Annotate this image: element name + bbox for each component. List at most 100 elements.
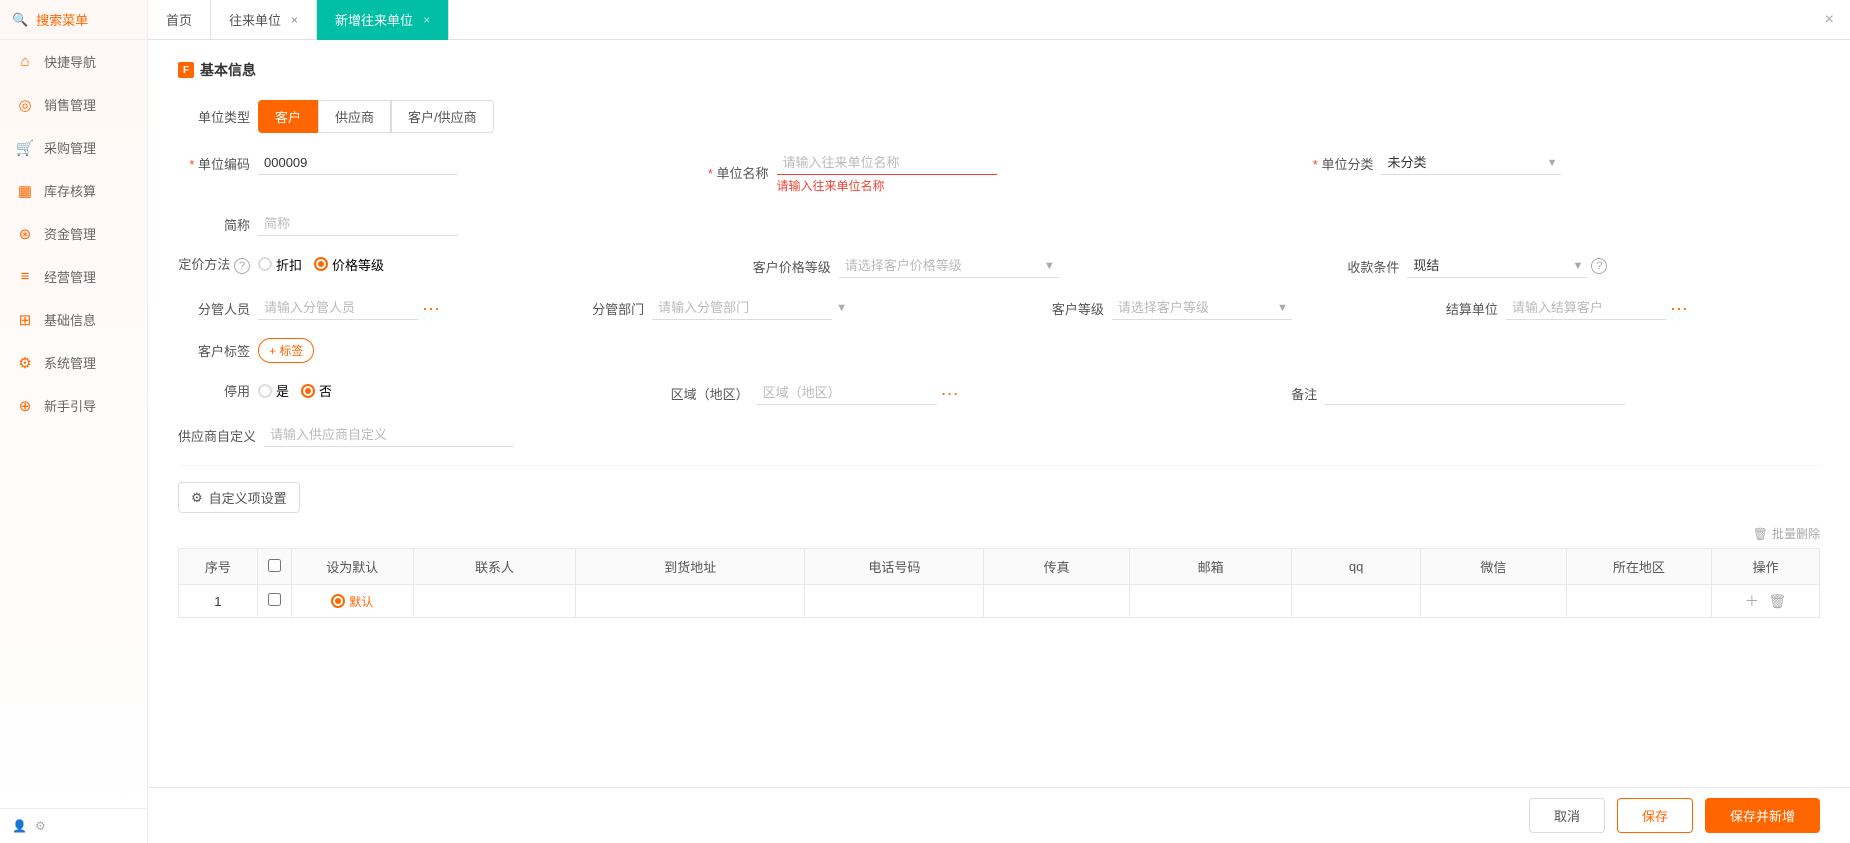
row-checkbox[interactable] (268, 593, 281, 606)
guide-icon: ⊕ (16, 397, 34, 415)
department-input[interactable] (652, 296, 832, 320)
disabled-yes[interactable]: 是 (258, 381, 289, 400)
tab-bar: 首页 往来单位 × 新增往来单位 × × (148, 0, 1850, 40)
customer-price-level-label: 客户价格等级 (753, 257, 839, 276)
row-wechat (1421, 585, 1567, 618)
pricing-radio-group: 折扣 价格等级 (258, 255, 384, 274)
tab-new-partner-close[interactable]: × (423, 13, 430, 27)
disabled-no-radio[interactable] (301, 384, 315, 398)
close-all-tabs[interactable]: × (1809, 11, 1850, 29)
region-more-btn[interactable]: ··· (937, 384, 963, 402)
alias-input[interactable] (258, 212, 458, 236)
row-default-radio-label[interactable]: 默认 (300, 593, 405, 610)
row-contact-input[interactable] (454, 594, 534, 609)
manager-input[interactable] (258, 296, 418, 320)
gear-icon: ⚙ (191, 490, 203, 506)
pricing-discount[interactable]: 折扣 (258, 255, 302, 274)
unit-type-customer[interactable]: 客户 (258, 100, 318, 133)
alias-label: 简称 (178, 215, 258, 234)
row-qq-input[interactable] (1326, 594, 1386, 609)
row-fax (984, 585, 1130, 618)
payment-terms-select[interactable]: 现结 (1407, 254, 1587, 278)
sidebar-label-quick-nav: 快捷导航 (44, 52, 96, 71)
sidebar-item-finance[interactable]: ⊛ 资金管理 (0, 212, 147, 255)
sidebar-item-guide[interactable]: ⊕ 新手引导 (0, 384, 147, 427)
row-action-cell: ＋ 🗑 (1712, 585, 1820, 618)
settlement-unit-input[interactable] (1506, 296, 1666, 320)
sidebar-user-icon: 👤 (12, 819, 27, 833)
department-select-wrapper: ▼ (652, 296, 847, 320)
tab-home[interactable]: 首页 (148, 0, 211, 40)
disabled-row: 停用 是 否 区域（地区） ··· (178, 381, 1820, 405)
supplier-custom-group: 供应商自定义 (178, 423, 1820, 447)
row-email (1129, 585, 1291, 618)
inventory-icon: ▦ (16, 182, 34, 200)
supplier-custom-input[interactable] (264, 423, 514, 447)
add-tag-button[interactable]: + 标签 (258, 338, 314, 363)
cancel-button[interactable]: 取消 (1529, 798, 1605, 833)
payment-terms-help[interactable]: ? (1591, 258, 1607, 274)
row-email-input[interactable] (1171, 594, 1251, 609)
sidebar-item-quick-nav[interactable]: ⌂ 快捷导航 (0, 40, 147, 83)
sidebar-item-operation[interactable]: ≡ 经营管理 (0, 255, 147, 298)
disabled-no-label: 否 (319, 381, 332, 400)
row-add-icon[interactable]: ＋ (1745, 593, 1759, 609)
sidebar-item-basic[interactable]: ⊞ 基础信息 (0, 298, 147, 341)
save-and-new-button[interactable]: 保存并新增 (1705, 798, 1820, 833)
disabled-yes-radio[interactable] (258, 384, 272, 398)
custom-settings-label: 自定义项设置 (209, 488, 287, 507)
row-fax-input[interactable] (1022, 594, 1092, 609)
customer-level-select[interactable]: 请选择客户等级 (1112, 296, 1292, 320)
sidebar-bottom: 👤 ⚙ (0, 808, 147, 843)
custom-settings-button[interactable]: ⚙ 自定义项设置 (178, 482, 300, 513)
row-default-radio[interactable] (331, 594, 345, 608)
region-input[interactable] (757, 381, 937, 405)
row-checkbox-cell (257, 585, 291, 618)
sidebar-search[interactable]: 🔍 搜索菜单 (0, 0, 147, 40)
tab-partner[interactable]: 往来单位 × (211, 0, 317, 40)
table-row: 1 默认 (179, 585, 1820, 618)
row-wechat-input[interactable] (1458, 594, 1528, 609)
unit-name-input[interactable] (777, 151, 997, 175)
batch-delete-label[interactable]: 批量删除 (1772, 525, 1820, 542)
manager-more-btn[interactable]: ··· (418, 299, 444, 317)
unit-type-both[interactable]: 客户/供应商 (391, 100, 494, 133)
batch-delete-area: 🗑 批量删除 (178, 525, 1820, 542)
remark-group: 备注 (1245, 381, 1820, 405)
pricing-price-level-label: 价格等级 (332, 255, 384, 274)
remark-input[interactable] (1325, 381, 1625, 405)
customer-price-level-select[interactable]: 请选择客户价格等级 (839, 254, 1059, 278)
sidebar-item-inventory[interactable]: ▦ 库存核算 (0, 169, 147, 212)
row-region-input[interactable] (1604, 594, 1674, 609)
sidebar-item-purchase[interactable]: 🛒 采购管理 (0, 126, 147, 169)
pricing-price-level-radio[interactable] (314, 257, 328, 271)
pricing-price-level[interactable]: 价格等级 (314, 255, 384, 274)
unit-type-supplier[interactable]: 供应商 (318, 100, 391, 133)
row-delete-icon[interactable]: 🗑 (1769, 593, 1787, 609)
pricing-help-icon[interactable]: ? (234, 258, 250, 274)
sidebar-label-inventory: 库存核算 (44, 181, 96, 200)
unit-category-select-wrapper: 未分类 ▼ (1381, 151, 1561, 175)
disabled-no[interactable]: 否 (301, 381, 332, 400)
region-input-wrapper: ··· (757, 381, 963, 405)
unit-code-input[interactable] (258, 151, 458, 175)
unit-category-select[interactable]: 未分类 (1381, 151, 1561, 175)
col-checkbox (257, 549, 291, 585)
remark-label: 备注 (1245, 384, 1325, 403)
tab-new-partner[interactable]: 新增往来单位 × (317, 0, 449, 40)
disabled-group: 停用 是 否 (178, 381, 671, 400)
sidebar-label-operation: 经营管理 (44, 267, 96, 286)
row-address-input[interactable] (630, 594, 750, 609)
row-address (576, 585, 805, 618)
pricing-discount-radio[interactable] (258, 257, 272, 271)
sidebar-item-system[interactable]: ⚙ 系统管理 (0, 341, 147, 384)
settlement-unit-more[interactable]: ··· (1666, 299, 1692, 317)
save-button[interactable]: 保存 (1617, 798, 1693, 833)
sidebar-label-basic: 基础信息 (44, 310, 96, 329)
col-contact: 联系人 (413, 549, 575, 585)
tab-new-partner-label: 新增往来单位 (335, 10, 413, 29)
select-all-checkbox[interactable] (268, 559, 281, 572)
row-phone-input[interactable] (849, 594, 939, 609)
sidebar-item-sales[interactable]: ◎ 销售管理 (0, 83, 147, 126)
tab-partner-close[interactable]: × (291, 13, 298, 27)
